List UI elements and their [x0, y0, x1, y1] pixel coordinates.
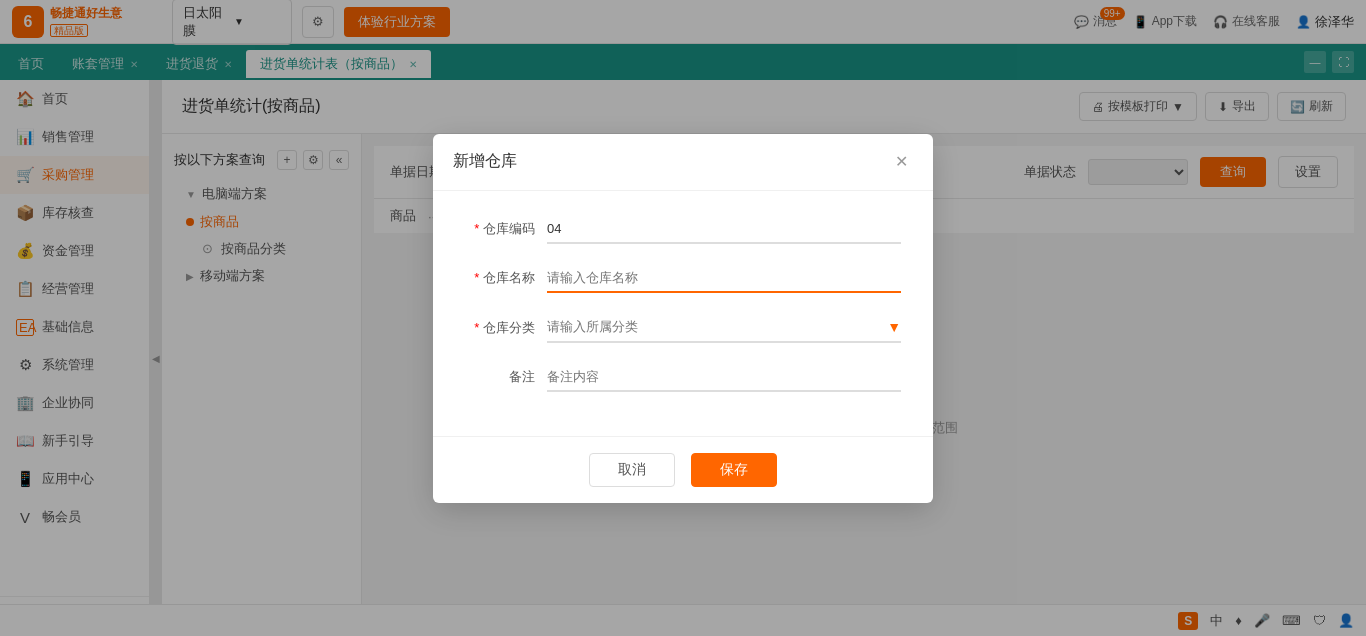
- code-input[interactable]: [547, 215, 901, 244]
- modal-overlay: 新增仓库 ✕ 仓库编码 仓库名称 仓库分类 ▼: [0, 0, 1366, 636]
- save-button[interactable]: 保存: [691, 453, 777, 487]
- dialog-title: 新增仓库: [453, 151, 517, 172]
- note-label: 备注: [465, 368, 535, 386]
- code-label: 仓库编码: [465, 220, 535, 238]
- category-input[interactable]: [547, 319, 887, 334]
- dropdown-arrow-icon: ▼: [887, 319, 901, 335]
- form-row-code: 仓库编码: [465, 215, 901, 244]
- new-warehouse-dialog: 新增仓库 ✕ 仓库编码 仓库名称 仓库分类 ▼: [433, 134, 933, 503]
- form-row-note: 备注: [465, 363, 901, 392]
- dialog-body: 仓库编码 仓库名称 仓库分类 ▼ 备注: [433, 191, 933, 436]
- category-label: 仓库分类: [465, 319, 535, 337]
- dialog-footer: 取消 保存: [433, 436, 933, 503]
- form-row-name: 仓库名称: [465, 264, 901, 293]
- dialog-header: 新增仓库 ✕: [433, 134, 933, 191]
- dialog-close-button[interactable]: ✕: [889, 150, 913, 174]
- cancel-button[interactable]: 取消: [589, 453, 675, 487]
- name-input[interactable]: [547, 264, 901, 293]
- category-select[interactable]: ▼: [547, 313, 901, 343]
- name-label: 仓库名称: [465, 269, 535, 287]
- note-input[interactable]: [547, 363, 901, 392]
- form-row-category: 仓库分类 ▼: [465, 313, 901, 343]
